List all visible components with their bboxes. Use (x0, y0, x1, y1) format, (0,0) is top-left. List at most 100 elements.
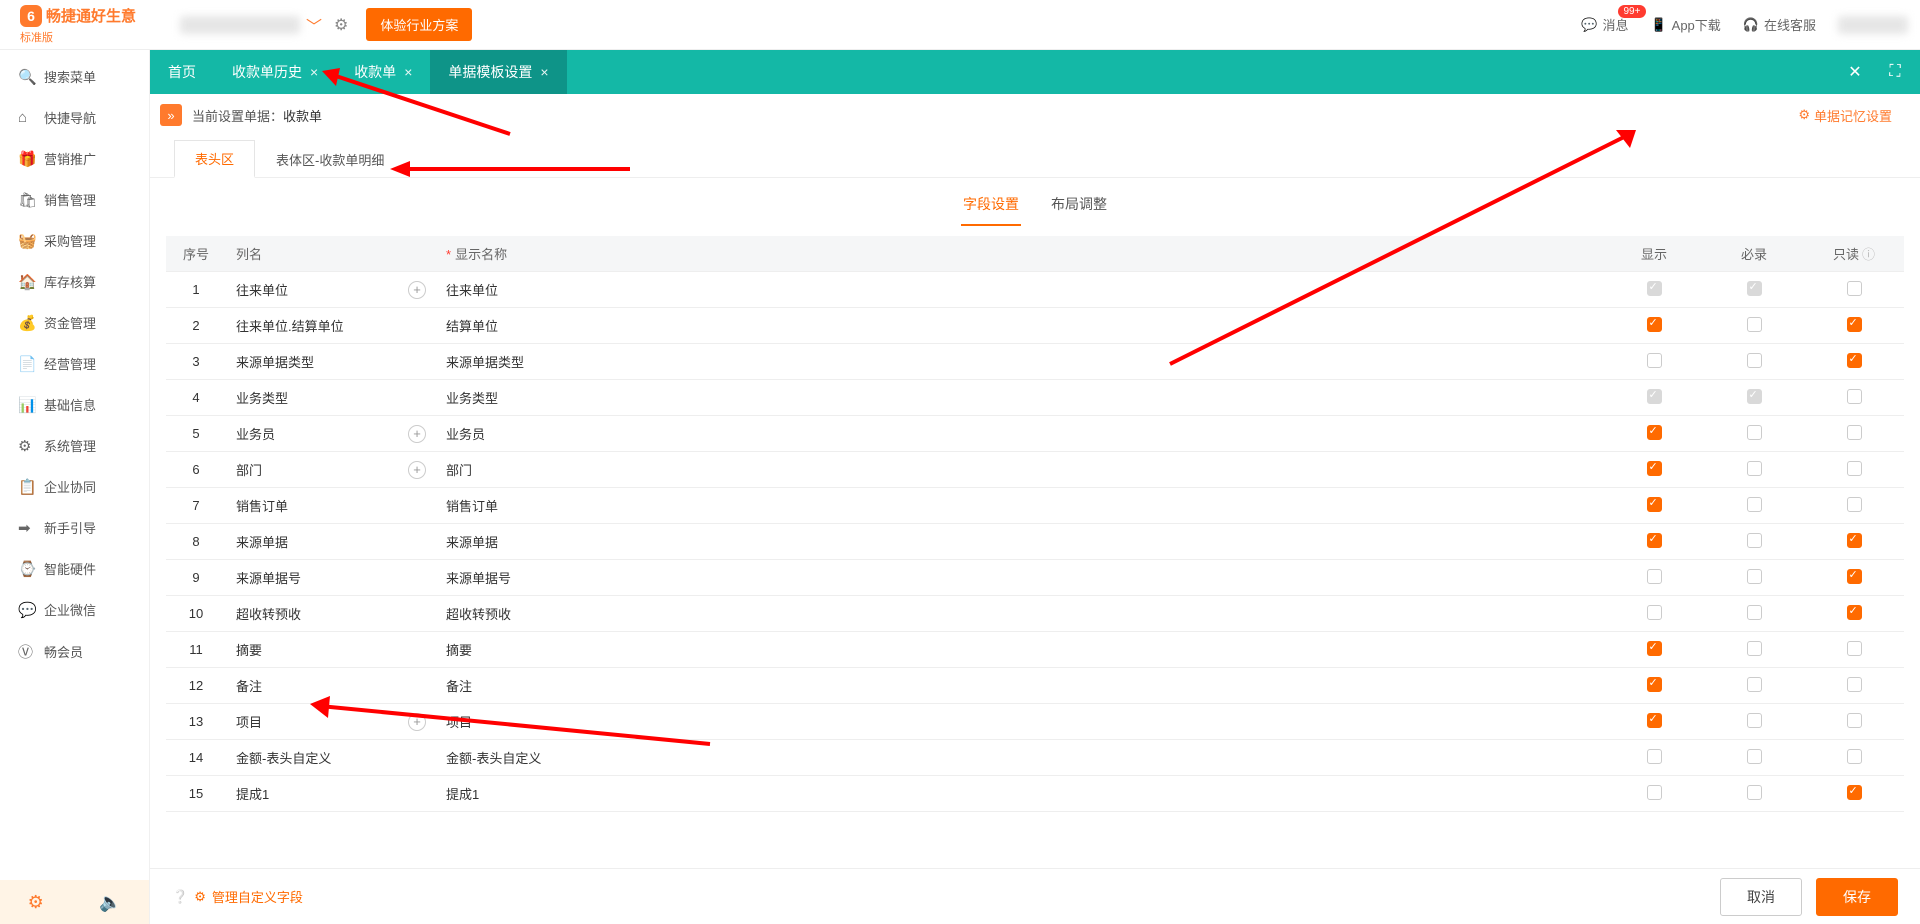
close-icon[interactable]: × (540, 64, 548, 80)
cell-display[interactable]: 销售订单 (436, 488, 1604, 524)
cell-display[interactable]: 提成1 (436, 776, 1604, 812)
sidebar-item[interactable]: 🎁营销推广 (0, 138, 149, 179)
checkbox[interactable] (1747, 353, 1762, 368)
online-service-button[interactable]: 🎧 在线客服 (1743, 15, 1816, 34)
cell-display[interactable]: 业务类型 (436, 380, 1604, 416)
checkbox[interactable] (1647, 425, 1662, 440)
checkbox[interactable] (1747, 533, 1762, 548)
checkbox[interactable] (1847, 677, 1862, 692)
checkbox[interactable] (1647, 677, 1662, 692)
cell-display[interactable]: 项目 (436, 704, 1604, 740)
checkbox[interactable] (1647, 317, 1662, 332)
checkbox[interactable] (1747, 317, 1762, 332)
sidebar-item[interactable]: Ⓥ畅会员 (0, 630, 149, 673)
company-selector[interactable]: ﹀ (180, 13, 322, 37)
sidebar-item[interactable]: 📄经营管理 (0, 343, 149, 384)
sidebar-item[interactable]: ⚙系统管理 (0, 425, 149, 466)
checkbox[interactable] (1847, 353, 1862, 368)
user-avatar-redacted[interactable] (1838, 16, 1908, 34)
expand-context-icon[interactable]: » (160, 104, 182, 126)
gear-icon[interactable]: ⚙ (334, 15, 348, 35)
close-icon[interactable]: × (310, 64, 318, 80)
checkbox[interactable] (1747, 677, 1762, 692)
checkbox[interactable] (1847, 317, 1862, 332)
checkbox[interactable] (1747, 569, 1762, 584)
sidebar-item[interactable]: 🧺采购管理 (0, 220, 149, 261)
save-button[interactable]: 保存 (1816, 878, 1898, 916)
add-icon[interactable]: + (408, 713, 426, 731)
sidebar-item[interactable]: 🛍销售管理 (0, 179, 149, 220)
sidebar-item[interactable]: 🔍搜索菜单 (0, 56, 149, 97)
checkbox[interactable] (1847, 389, 1862, 404)
checkbox[interactable] (1847, 749, 1862, 764)
cell-display[interactable]: 部门 (436, 452, 1604, 488)
subnav-item[interactable]: 布局调整 (1049, 190, 1109, 226)
cell-display[interactable]: 来源单据 (436, 524, 1604, 560)
app-download-button[interactable]: 📱 App下载 (1650, 15, 1720, 34)
sidebar-item[interactable]: 💰资金管理 (0, 302, 149, 343)
checkbox[interactable] (1847, 785, 1862, 800)
messages-button[interactable]: 💬 消息 99+ (1581, 15, 1628, 34)
subnav-item[interactable]: 字段设置 (961, 190, 1021, 226)
checkbox[interactable] (1847, 605, 1862, 620)
add-icon[interactable]: + (408, 425, 426, 443)
checkbox[interactable] (1847, 461, 1862, 476)
checkbox[interactable] (1647, 569, 1662, 584)
checkbox[interactable] (1647, 785, 1662, 800)
help-icon[interactable]: ⓘ (1862, 247, 1875, 262)
cell-display[interactable]: 备注 (436, 668, 1604, 704)
checkbox[interactable] (1747, 749, 1762, 764)
close-icon[interactable]: × (404, 64, 412, 80)
checkbox[interactable] (1747, 497, 1762, 512)
cell-display[interactable]: 往来单位 (436, 272, 1604, 308)
checkbox[interactable] (1647, 533, 1662, 548)
tab[interactable]: 收款单历史× (214, 50, 336, 94)
checkbox[interactable] (1647, 713, 1662, 728)
cell-display[interactable]: 来源单据类型 (436, 344, 1604, 380)
fullscreen-button[interactable]: ⛶ (1880, 57, 1910, 87)
sidebar-item[interactable]: ➡新手引导 (0, 507, 149, 548)
checkbox[interactable] (1847, 641, 1862, 656)
collapse-icon[interactable]: 🔈 (99, 892, 121, 913)
checkbox[interactable] (1747, 785, 1762, 800)
checkbox[interactable] (1747, 605, 1762, 620)
cell-display[interactable]: 金额-表头自定义 (436, 740, 1604, 776)
checkbox[interactable] (1847, 281, 1862, 296)
checkbox[interactable] (1847, 569, 1862, 584)
manage-custom-fields-link[interactable]: ❔ ⚙ 管理自定义字段 (172, 887, 303, 906)
checkbox[interactable] (1847, 497, 1862, 512)
checkbox[interactable] (1647, 641, 1662, 656)
checkbox[interactable] (1647, 497, 1662, 512)
checkbox[interactable] (1847, 425, 1862, 440)
cell-display[interactable]: 摘要 (436, 632, 1604, 668)
cancel-button[interactable]: 取消 (1720, 878, 1802, 916)
area-tab[interactable]: 表头区 (174, 140, 255, 178)
tab[interactable]: 单据模板设置× (430, 50, 566, 94)
sidebar-item[interactable]: ⌚智能硬件 (0, 548, 149, 589)
area-tab[interactable]: 表体区-收款单明细 (255, 141, 405, 177)
tab[interactable]: 首页 (150, 50, 214, 94)
cell-display[interactable]: 结算单位 (436, 308, 1604, 344)
checkbox[interactable] (1847, 533, 1862, 548)
add-icon[interactable]: + (408, 281, 426, 299)
checkbox[interactable] (1747, 713, 1762, 728)
sidebar-item[interactable]: 📋企业协同 (0, 466, 149, 507)
tab[interactable]: 收款单× (336, 50, 430, 94)
close-all-tabs-button[interactable]: ✕ (1840, 57, 1870, 87)
sidebar-item[interactable]: ⌂快捷导航 (0, 97, 149, 138)
checkbox[interactable] (1747, 461, 1762, 476)
checkbox[interactable] (1847, 713, 1862, 728)
checkbox[interactable] (1747, 425, 1762, 440)
add-icon[interactable]: + (408, 461, 426, 479)
sidebar-item[interactable]: 💬企业微信 (0, 589, 149, 630)
checkbox[interactable] (1647, 461, 1662, 476)
checkbox[interactable] (1647, 605, 1662, 620)
memory-settings-link[interactable]: ⚙ 单据记忆设置 (1798, 106, 1904, 125)
checkbox[interactable] (1747, 641, 1762, 656)
settings-icon[interactable]: ⚙ (28, 892, 44, 913)
checkbox[interactable] (1647, 749, 1662, 764)
cell-display[interactable]: 业务员 (436, 416, 1604, 452)
try-industry-button[interactable]: 体验行业方案 (366, 8, 472, 41)
cell-display[interactable]: 来源单据号 (436, 560, 1604, 596)
checkbox[interactable] (1647, 353, 1662, 368)
